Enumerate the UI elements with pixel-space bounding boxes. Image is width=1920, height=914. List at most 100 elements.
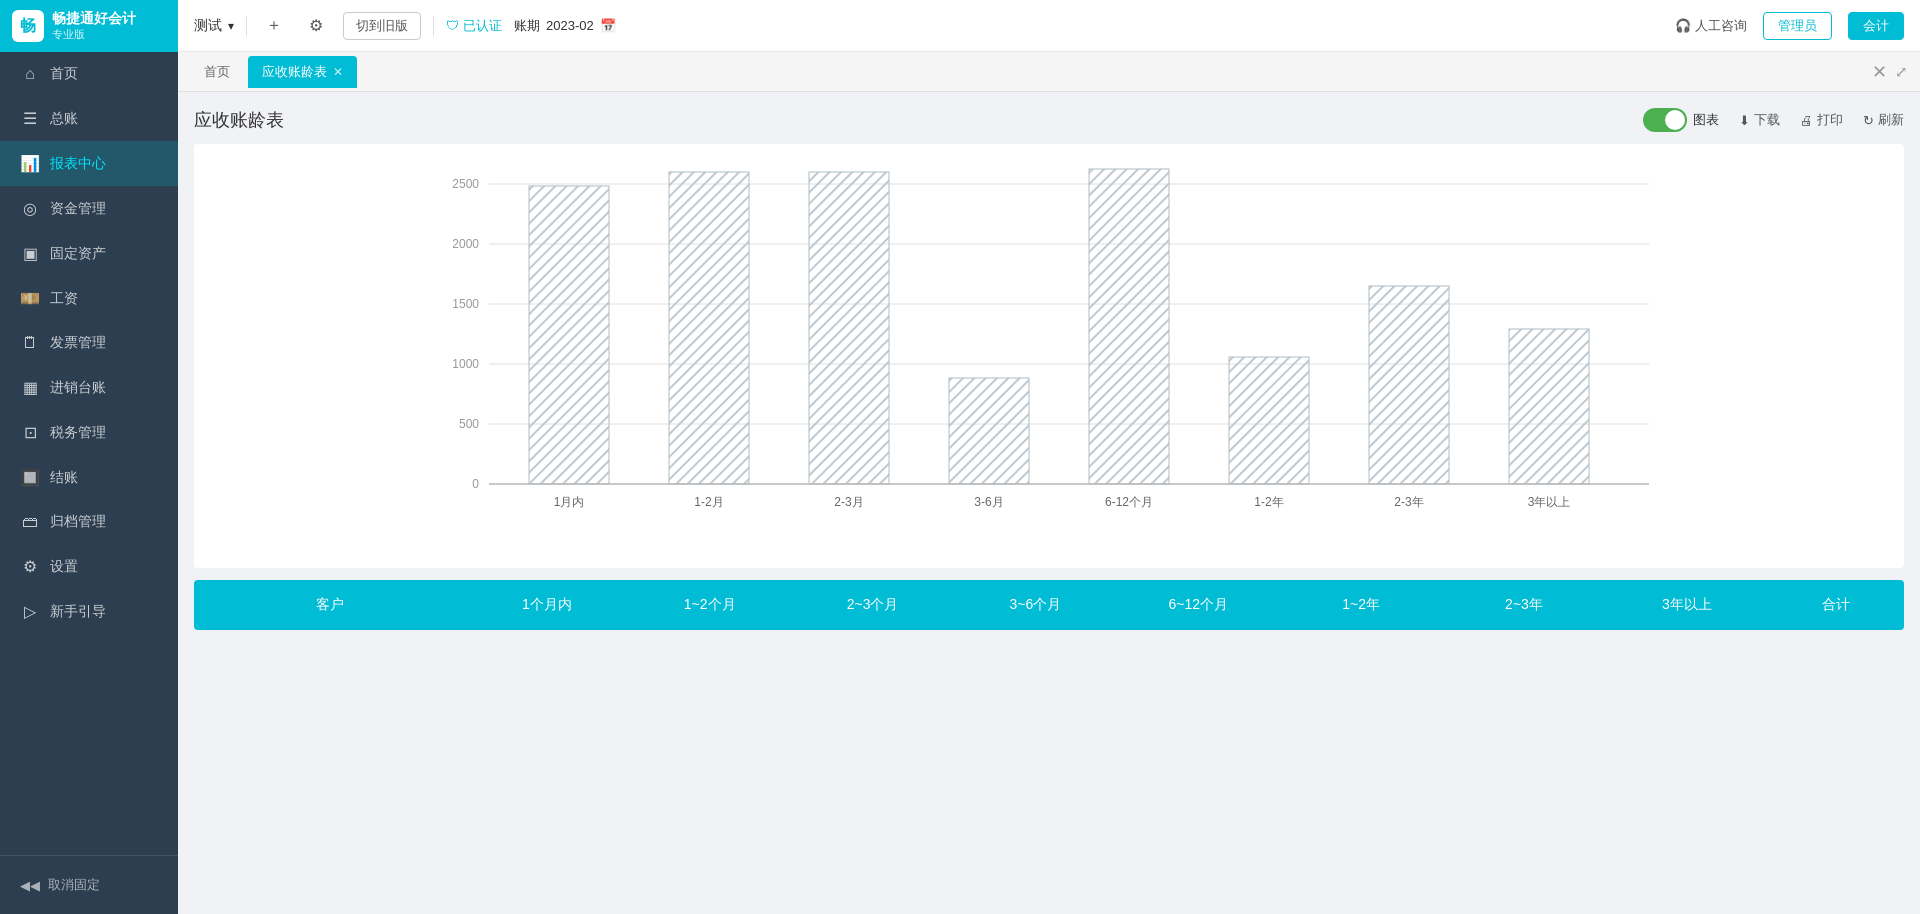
topbar-divider-1 [246,16,247,36]
sidebar-item-funds[interactable]: ◎ 资金管理 [0,186,178,231]
app-logo-text: 畅捷通好会计 专业版 [52,10,136,42]
accountant-button[interactable]: 会计 [1848,12,1904,40]
bar-4 [949,378,1029,484]
col-header-total: 合计 [1768,580,1904,630]
table-container: 客户 1个月内 1~2个月 2~3个月 3~6个月 6~12个月 1~2年 2~… [194,580,1904,630]
pin-icon: ◀◀ [20,878,40,893]
consult-button[interactable]: 🎧 人工咨询 [1675,17,1747,35]
app-logo-icon: 畅 [12,10,44,42]
sidebar: 畅 畅捷通好会计 专业版 ⌂ 首页 ☰ 总账 📊 报表中心 ◎ 资金管理 ▣ 固… [0,0,178,914]
period-selector[interactable]: 账期 2023-02 📅 [514,17,616,35]
svg-text:1000: 1000 [452,357,479,371]
sidebar-item-home[interactable]: ⌂ 首页 [0,52,178,96]
sidebar-item-close[interactable]: 🔲 结账 [0,455,178,500]
col-header-customer: 客户 [194,580,465,630]
add-button[interactable]: ＋ [259,11,289,41]
svg-text:500: 500 [459,417,479,431]
svg-text:1-2年: 1-2年 [1254,495,1283,509]
bar-2 [669,172,749,484]
col-header-2-3m: 2~3个月 [791,580,954,630]
col-header-1-2y: 1~2年 [1280,580,1443,630]
svg-text:2500: 2500 [452,177,479,191]
svg-text:1500: 1500 [452,297,479,311]
col-header-1m: 1个月内 [465,580,628,630]
sidebar-item-assets[interactable]: ▣ 固定资产 [0,231,178,276]
sidebar-item-inventory[interactable]: ▦ 进销台账 [0,365,178,410]
sidebar-logo: 畅 畅捷通好会计 专业版 [0,0,178,52]
inventory-icon: ▦ [20,378,40,397]
sidebar-item-reports[interactable]: 📊 报表中心 [0,141,178,186]
col-header-3-6m: 3~6个月 [954,580,1117,630]
bar-6 [1229,357,1309,484]
sidebar-item-ledger[interactable]: ☰ 总账 [0,96,178,141]
print-button[interactable]: 🖨 打印 [1800,111,1843,129]
svg-text:0: 0 [472,477,479,491]
funds-icon: ◎ [20,199,40,218]
shield-icon: 🛡 [446,18,459,33]
svg-text:3年以上: 3年以上 [1528,495,1571,509]
content-area: 应收账龄表 图表 ⬇ 下载 🖨 打印 ↻ 刷新 [178,92,1920,914]
chevron-down-icon: ▾ [228,19,234,33]
page-title: 应收账龄表 [194,108,284,132]
svg-text:3-6月: 3-6月 [974,495,1003,509]
page-header: 应收账龄表 图表 ⬇ 下载 🖨 打印 ↻ 刷新 [194,108,1904,132]
tab-close-icon[interactable]: ✕ [333,65,343,79]
close-accounts-icon: 🔲 [20,468,40,487]
close-window-icon[interactable]: ✕ [1872,61,1887,83]
reports-icon: 📊 [20,154,40,173]
sidebar-item-invoice[interactable]: 🗒 发票管理 [0,321,178,365]
archive-icon: 🗃 [20,513,40,531]
sidebar-item-tax[interactable]: ⊡ 税务管理 [0,410,178,455]
sidebar-pin-button[interactable]: ◀◀ 取消固定 [0,866,178,904]
home-icon: ⌂ [20,65,40,83]
bar-3 [809,172,889,484]
gear-icon: ⚙ [20,557,40,576]
col-header-2-3y: 2~3年 [1443,580,1606,630]
verified-badge: 🛡 已认证 [446,17,502,35]
bar-5 [1089,169,1169,484]
guide-icon: ▷ [20,602,40,621]
sidebar-item-settings[interactable]: ⚙ 设置 [0,544,178,589]
col-header-3y-plus: 3年以上 [1605,580,1768,630]
chart-toggle[interactable] [1643,108,1687,132]
refresh-icon: ↻ [1863,113,1874,128]
expand-icon[interactable]: ⤢ [1895,63,1908,81]
project-selector[interactable]: 测试 ▾ [194,17,234,35]
tabs-bar: 首页 应收账龄表 ✕ ✕ ⤢ [178,52,1920,92]
svg-text:1-2月: 1-2月 [694,495,723,509]
invoice-icon: 🗒 [20,334,40,352]
ledger-icon: ☰ [20,109,40,128]
svg-text:2-3月: 2-3月 [834,495,863,509]
col-header-1-2m: 1~2个月 [628,580,791,630]
headset-icon: 🎧 [1675,18,1691,33]
tabs-right-actions: ✕ ⤢ [1872,61,1908,83]
bar-8 [1509,329,1589,484]
svg-text:1月内: 1月内 [554,495,585,509]
chart-toggle-label: 图表 [1693,111,1719,129]
topbar-divider-2 [433,16,434,36]
download-icon: ⬇ [1739,113,1750,128]
tab-home[interactable]: 首页 [190,56,244,88]
main-area: 测试 ▾ ＋ ⚙ 切到旧版 🛡 已认证 账期 2023-02 📅 🎧 人工咨询 … [178,0,1920,914]
chart-toggle-container: 图表 [1643,108,1719,132]
tab-aging[interactable]: 应收账龄表 ✕ [248,56,357,88]
svg-text:6-12个月: 6-12个月 [1105,495,1153,509]
sidebar-item-guide[interactable]: ▷ 新手引导 [0,589,178,634]
topbar: 测试 ▾ ＋ ⚙ 切到旧版 🛡 已认证 账期 2023-02 📅 🎧 人工咨询 … [178,0,1920,52]
tax-icon: ⊡ [20,423,40,442]
download-button[interactable]: ⬇ 下载 [1739,111,1780,129]
print-icon: 🖨 [1800,113,1813,128]
sidebar-item-archive[interactable]: 🗃 归档管理 [0,500,178,544]
refresh-button[interactable]: ↻ 刷新 [1863,111,1904,129]
table-header: 客户 1个月内 1~2个月 2~3个月 3~6个月 6~12个月 1~2年 2~… [194,580,1904,630]
topbar-right: 🎧 人工咨询 管理员 会计 [1675,12,1904,40]
bar-1 [529,186,609,484]
switch-version-button[interactable]: 切到旧版 [343,12,421,40]
settings-icon[interactable]: ⚙ [301,11,331,41]
sidebar-nav: ⌂ 首页 ☰ 总账 📊 报表中心 ◎ 资金管理 ▣ 固定资产 💴 工资 🗒 发票… [0,52,178,855]
svg-text:2000: 2000 [452,237,479,251]
col-header-6-12m: 6~12个月 [1117,580,1280,630]
manager-button[interactable]: 管理员 [1763,12,1832,40]
sidebar-item-payroll[interactable]: 💴 工资 [0,276,178,321]
page-actions: 图表 ⬇ 下载 🖨 打印 ↻ 刷新 [1643,108,1904,132]
